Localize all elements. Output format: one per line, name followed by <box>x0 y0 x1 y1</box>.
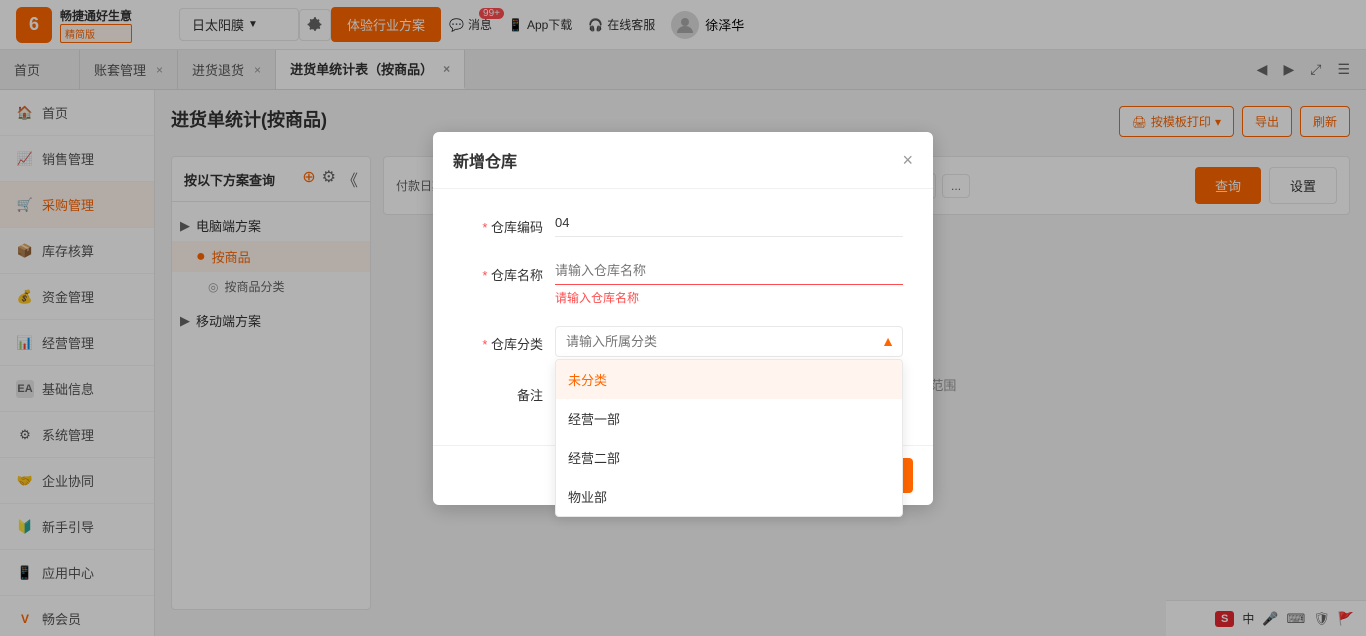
form-row-name: 仓库名称 请输入仓库名称 <box>463 257 903 306</box>
form-row-code: 仓库编码 <box>463 209 903 237</box>
category-field-wrap: ▲ 未分类 经营一部 经营二部 物业部 <box>555 326 903 357</box>
dropdown-item-uncategorized[interactable]: 未分类 <box>556 360 902 399</box>
modal-header: 新增仓库 × <box>433 132 933 189</box>
modal-title: 新增仓库 <box>453 148 517 172</box>
note-label: 备注 <box>463 377 543 404</box>
dropdown-item-op3[interactable]: 物业部 <box>556 477 902 516</box>
dropdown-item-op1[interactable]: 经营一部 <box>556 399 902 438</box>
modal-dialog: 新增仓库 × 仓库编码 仓库名称 请输入仓库名称 仓库分类 <box>433 132 933 505</box>
code-label: 仓库编码 <box>463 209 543 236</box>
category-input[interactable] <box>555 326 903 357</box>
category-select-wrap: ▲ <box>555 326 903 357</box>
code-field-wrap <box>555 209 903 237</box>
modal-close-button[interactable]: × <box>902 151 913 169</box>
name-label: 仓库名称 <box>463 257 543 284</box>
name-input[interactable] <box>555 257 903 285</box>
code-input[interactable] <box>555 209 903 237</box>
name-error-msg: 请输入仓库名称 <box>555 289 903 306</box>
category-label: 仓库分类 <box>463 326 543 353</box>
category-dropdown: 未分类 经营一部 经营二部 物业部 <box>555 359 903 517</box>
form-row-category: 仓库分类 ▲ 未分类 经营一部 经营二部 物业部 <box>463 326 903 357</box>
name-field-wrap: 请输入仓库名称 <box>555 257 903 306</box>
modal-overlay: 新增仓库 × 仓库编码 仓库名称 请输入仓库名称 仓库分类 <box>0 0 1366 636</box>
dropdown-item-op2[interactable]: 经营二部 <box>556 438 902 477</box>
modal-body: 仓库编码 仓库名称 请输入仓库名称 仓库分类 ▲ <box>433 189 933 445</box>
